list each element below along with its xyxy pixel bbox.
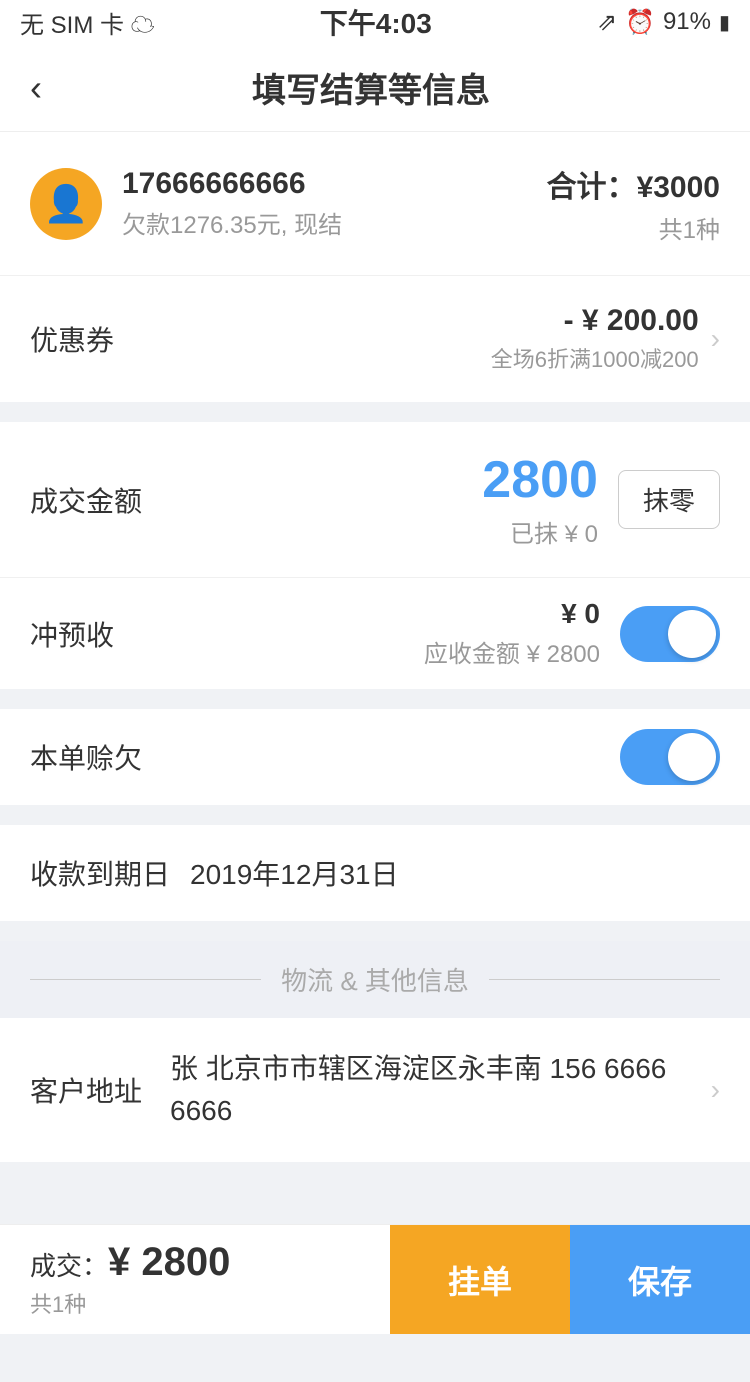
footer-count: 共1种 <box>30 1287 360 1319</box>
address-label: 客户地址 <box>30 1070 150 1110</box>
divider-text: 物流 & 其他信息 <box>261 961 489 998</box>
divider-section: 物流 & 其他信息 <box>0 941 750 1018</box>
page-title: 填写结算等信息 <box>62 63 680 112</box>
status-bar: 无 SIM 卡 ☁ 下午4:03 ⇗ ⏰ 91% ▮ <box>0 0 750 44</box>
sim-status: 无 SIM 卡 ☁ <box>20 5 155 40</box>
customer-phone: 17666666666 <box>122 167 342 201</box>
address-content: 张 北京市市辖区海淀区永丰南 156 6666 6666 <box>170 1048 711 1132</box>
debt-label: 本单赊欠 <box>30 737 142 777</box>
coupon-label: 优惠券 <box>30 319 114 359</box>
debt-right <box>620 729 720 785</box>
debt-toggle[interactable] <box>620 729 720 785</box>
due-date-label: 收款到期日 <box>30 853 170 893</box>
coupon-right: - ¥ 200.00 全场6折满1000减200 › <box>491 304 720 374</box>
status-right: ⇗ ⏰ 91% ▮ <box>597 8 730 37</box>
battery-icon: ▮ <box>719 10 730 35</box>
address-chevron-icon: › <box>711 1074 720 1106</box>
customer-row: 👤 17666666666 欠款1276.35元, 现结 合计：¥3000 共1… <box>0 132 750 275</box>
debt-section: 本单赊欠 <box>0 709 750 805</box>
customer-right: 合计：¥3000 共1种 <box>547 162 720 245</box>
customer-left: 👤 17666666666 欠款1276.35元, 现结 <box>30 167 342 240</box>
footer-deal-line: 成交：¥ 2800 <box>30 1240 360 1285</box>
location-icon: ⇗ <box>597 8 617 37</box>
total-count: 共1种 <box>547 210 720 245</box>
deal-right: 2800 已抹 ¥ 0 抹零 <box>482 450 720 549</box>
amount-section: 成交金额 2800 已抹 ¥ 0 抹零 冲预收 ¥ 0 应收金额 ¥ 2800 <box>0 422 750 689</box>
footer-deal-label: 成交： <box>30 1251 108 1281</box>
divider-line-right <box>489 979 720 980</box>
save-button[interactable]: 保存 <box>570 1225 750 1334</box>
divider-line-left <box>30 979 261 980</box>
deal-sub-text: 已抹 ¥ 0 <box>482 514 598 549</box>
prepay-sub-val: 应收金额 ¥ 2800 <box>424 634 600 669</box>
status-left: 无 SIM 卡 ☁ <box>20 5 155 40</box>
deal-value: 2800 <box>482 450 598 510</box>
deal-sub: 2800 已抹 ¥ 0 <box>482 450 598 549</box>
alarm-icon: ⏰ <box>625 8 655 37</box>
footer-info: 成交：¥ 2800 共1种 <box>0 1240 390 1319</box>
footer: 成交：¥ 2800 共1种 挂单 保存 <box>0 1224 750 1334</box>
chevron-right-icon: › <box>711 323 720 355</box>
nav-bar: ‹ 填写结算等信息 <box>0 44 750 132</box>
customer-info: 17666666666 欠款1276.35元, 现结 <box>122 167 342 240</box>
battery-status: 91% <box>663 8 711 36</box>
back-button[interactable]: ‹ <box>30 67 62 109</box>
address-row[interactable]: 客户地址 张 北京市市辖区海淀区永丰南 156 6666 6666 › <box>0 1018 750 1162</box>
status-time: 下午4:03 <box>320 2 432 42</box>
due-date-section: 收款到期日 2019年12月31日 <box>0 825 750 921</box>
avatar: 👤 <box>30 168 102 240</box>
customer-section: 👤 17666666666 欠款1276.35元, 现结 合计：¥3000 共1… <box>0 132 750 402</box>
total-label: 合计： <box>547 171 637 204</box>
deal-amount-row: 成交金额 2800 已抹 ¥ 0 抹零 <box>0 422 750 578</box>
total-value: ¥3000 <box>637 171 720 204</box>
coupon-info: - ¥ 200.00 全场6折满1000减200 <box>491 304 699 374</box>
coupon-desc: 全场6折满1000减200 <box>491 342 699 374</box>
debt-row: 本单赊欠 <box>0 709 750 805</box>
deal-label: 成交金额 <box>30 480 142 520</box>
coupon-discount: - ¥ 200.00 <box>491 304 699 338</box>
customer-debt: 欠款1276.35元, 现结 <box>122 205 342 240</box>
prepay-right: ¥ 0 应收金额 ¥ 2800 <box>424 598 720 669</box>
prepay-row: 冲预收 ¥ 0 应收金额 ¥ 2800 <box>0 578 750 689</box>
total-amount: 合计：¥3000 <box>547 162 720 206</box>
coupon-row[interactable]: 优惠券 - ¥ 200.00 全场6折满1000减200 › <box>0 275 750 402</box>
round-button[interactable]: 抹零 <box>618 470 720 529</box>
prepay-toggle[interactable] <box>620 606 720 662</box>
address-section: 客户地址 张 北京市市辖区海淀区永丰南 156 6666 6666 › <box>0 1018 750 1162</box>
prepay-main-val: ¥ 0 <box>424 598 600 630</box>
due-date-value: 2019年12月31日 <box>190 853 399 893</box>
hold-button[interactable]: 挂单 <box>390 1225 570 1334</box>
footer-deal-amount: ¥ 2800 <box>108 1240 230 1284</box>
prepay-amount: ¥ 0 应收金额 ¥ 2800 <box>424 598 600 669</box>
prepay-label: 冲预收 <box>30 614 114 654</box>
